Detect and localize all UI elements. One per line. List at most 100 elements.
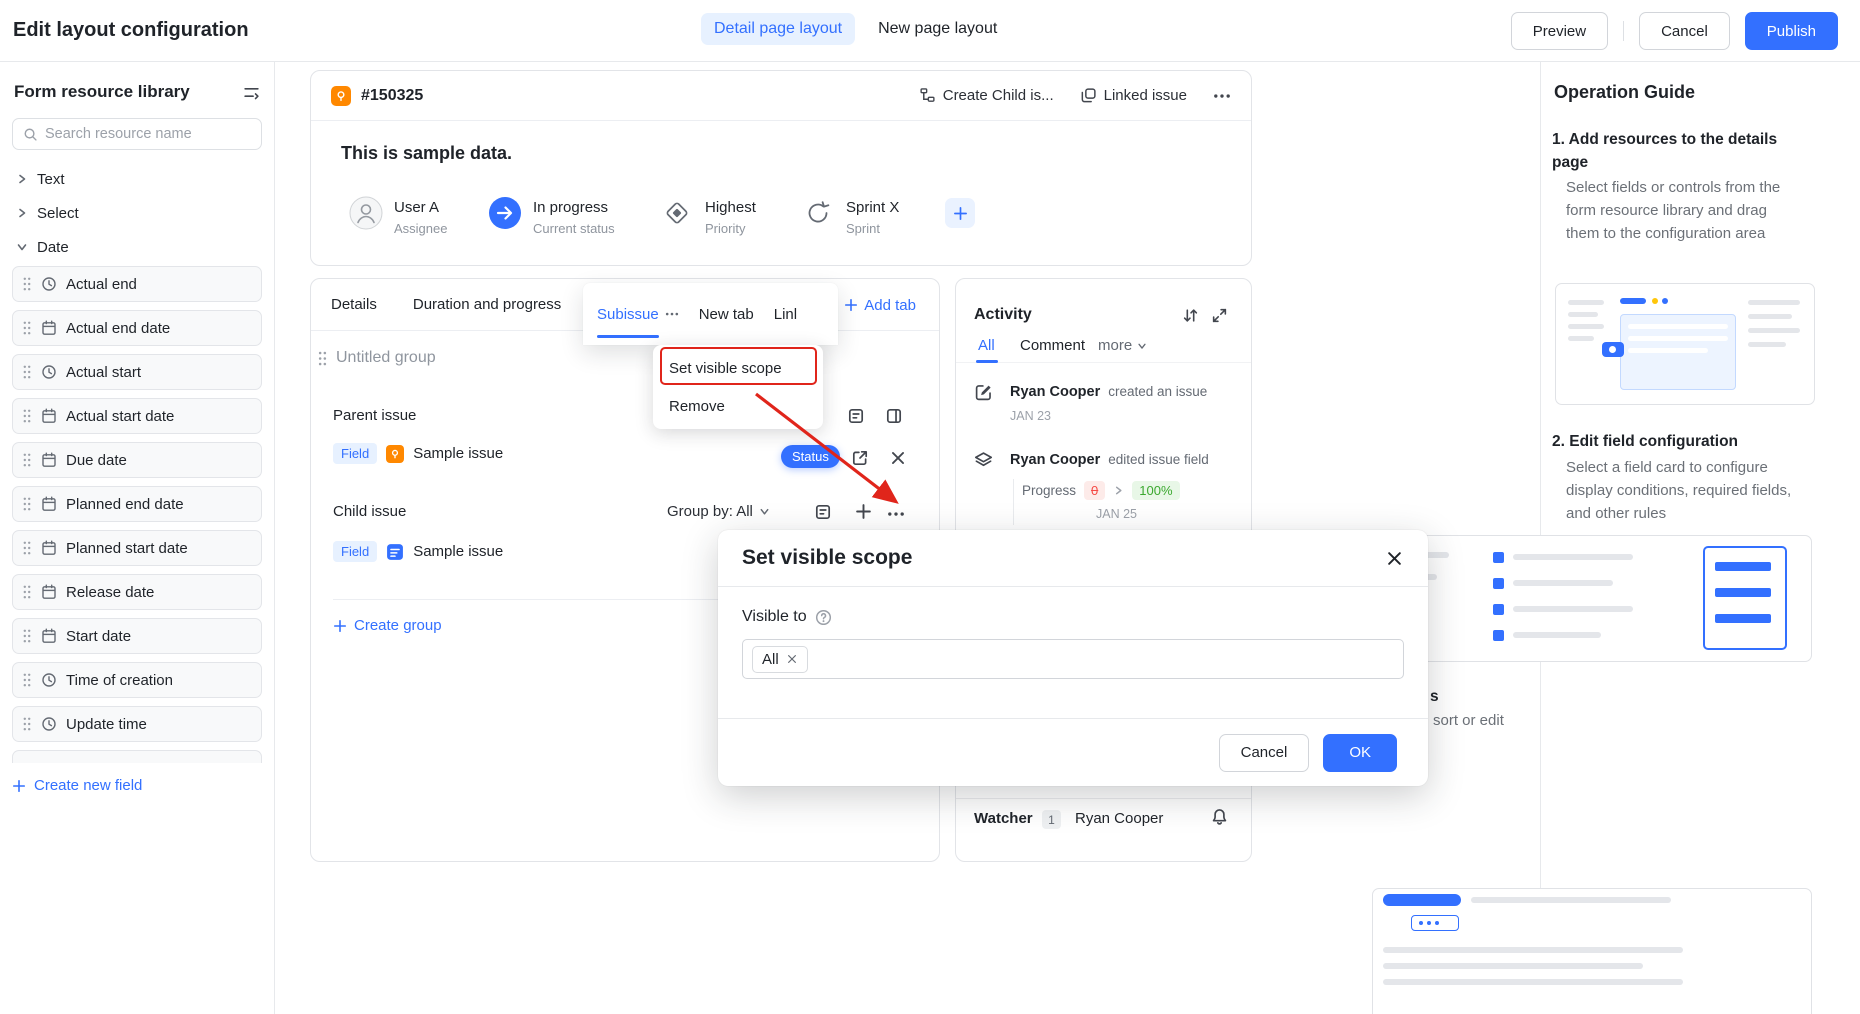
watcher-name[interactable]: Ryan Cooper (1075, 810, 1163, 827)
layout-panel-icon[interactable] (885, 407, 903, 425)
tab-all[interactable]: All (978, 337, 995, 354)
new-value: 100% (1132, 481, 1180, 500)
search-icon (23, 127, 38, 142)
drag-handle-icon[interactable] (317, 350, 328, 367)
create-child-issue-button[interactable]: Create Child is... (919, 87, 1054, 104)
field-card[interactable]: Release date (12, 574, 262, 610)
tab-link[interactable]: Linl (774, 306, 797, 323)
plus-icon (333, 619, 347, 633)
modal-cancel-button[interactable]: Cancel (1218, 733, 1310, 772)
drag-handle-icon[interactable] (22, 628, 32, 644)
header-actions: Preview Cancel Publish (1510, 12, 1838, 50)
tab-more-dropdown[interactable]: more (1098, 337, 1147, 354)
tab-new-page-layout[interactable]: New page layout (865, 13, 1010, 45)
priority-icon (666, 202, 688, 224)
menu-item-set-visible-scope[interactable]: Set visible scope (653, 349, 823, 387)
create-new-field-button[interactable]: Create new field (12, 777, 262, 794)
issue-type-icon (331, 85, 351, 106)
preview-button[interactable]: Preview (1510, 12, 1609, 50)
chevron-down-icon (1137, 341, 1147, 351)
field-card[interactable]: Planned start date (12, 530, 262, 566)
tab-comment[interactable]: Comment (1020, 337, 1085, 354)
field-card[interactable]: Due date (12, 442, 262, 478)
drag-handle-icon[interactable] (22, 320, 32, 336)
watcher-label: Watcher (974, 810, 1033, 827)
drag-handle-icon[interactable] (22, 672, 32, 688)
insert-template-icon[interactable] (814, 503, 832, 521)
drag-handle-icon[interactable] (22, 716, 32, 732)
issue-type-icon (386, 444, 405, 463)
drag-handle-icon[interactable] (22, 276, 32, 292)
add-tab-button[interactable]: Add tab (844, 279, 916, 331)
create-group-button[interactable]: Create group (333, 617, 442, 634)
drag-handle-icon[interactable] (22, 408, 32, 424)
field-card-partial[interactable] (12, 750, 262, 763)
clock-icon (41, 276, 57, 292)
menu-item-remove[interactable]: Remove (653, 387, 823, 425)
child-issue-field-row[interactable]: Field Sample issue (333, 541, 503, 562)
calendar-icon (41, 320, 57, 336)
help-icon[interactable] (815, 609, 832, 626)
guide-illustration-2 (1372, 535, 1812, 662)
tab-more-icon[interactable] (665, 307, 679, 321)
tab-detail-page-layout[interactable]: Detail page layout (701, 13, 856, 45)
tree-group-select[interactable]: Select (12, 196, 262, 230)
guide-title: Operation Guide (1554, 82, 1696, 102)
close-icon[interactable] (1385, 549, 1404, 568)
cancel-button[interactable]: Cancel (1639, 12, 1730, 50)
tree-group-text[interactable]: Text (12, 162, 262, 196)
guide-section-1-heading: 1. Add resources to the details page (1552, 131, 1778, 171)
field-card[interactable]: Actual start date (12, 398, 262, 434)
field-card[interactable]: Time of creation (12, 662, 262, 698)
group-by-dropdown[interactable]: Group by: All (667, 503, 770, 520)
tab-duration-and-progress[interactable]: Duration and progress (413, 296, 561, 313)
collapse-library-icon[interactable] (243, 84, 260, 101)
add-field-button[interactable] (945, 198, 975, 228)
open-external-icon[interactable] (851, 449, 869, 467)
tree-group-date[interactable]: Date (12, 230, 262, 264)
tab-new-tab[interactable]: New tab (699, 306, 754, 323)
drag-handle-icon[interactable] (22, 452, 32, 468)
more-icon[interactable] (887, 505, 905, 523)
visible-to-input[interactable]: All (742, 639, 1404, 679)
tab-details[interactable]: Details (331, 296, 377, 313)
field-card[interactable]: Actual start (12, 354, 262, 390)
drag-handle-icon[interactable] (22, 540, 32, 556)
activity-item: Ryan Cooper created an issue (1010, 384, 1208, 400)
plus-icon (844, 298, 858, 312)
parent-issue-field-row[interactable]: Field Sample issue (333, 443, 503, 464)
modal-ok-button[interactable]: OK (1323, 733, 1397, 772)
field-card[interactable]: Start date (12, 618, 262, 654)
linked-issue-button[interactable]: Linked issue (1080, 87, 1187, 104)
remove-tag-icon[interactable] (786, 653, 798, 665)
drag-handle-icon[interactable] (22, 496, 32, 512)
tab-subissue[interactable]: Subissue (597, 306, 679, 323)
chevron-right-icon (16, 173, 28, 185)
field-card[interactable]: Actual end date (12, 310, 262, 346)
top-bar: Edit layout configuration Detail page la… (0, 0, 1860, 62)
sprint-field[interactable]: Sprint X Sprint (801, 196, 899, 236)
field-card[interactable]: Planned end date (12, 486, 262, 522)
publish-button[interactable]: Publish (1744, 12, 1838, 50)
field-card[interactable]: Update time (12, 706, 262, 742)
assignee-field[interactable]: User A Assignee (349, 196, 447, 236)
chevron-right-icon (1113, 485, 1124, 496)
search-box[interactable] (12, 118, 262, 150)
status-pill[interactable]: Status (781, 445, 840, 468)
user-name[interactable]: Ryan Cooper (1010, 384, 1100, 400)
remove-icon[interactable] (889, 449, 907, 467)
modal-body: Visible to All (718, 587, 1428, 679)
bell-icon[interactable] (1210, 807, 1229, 826)
drag-handle-icon[interactable] (22, 364, 32, 380)
create-child-icon (919, 87, 936, 104)
current-status-field[interactable]: In progress Current status (488, 196, 615, 236)
add-icon[interactable] (855, 503, 872, 520)
sprint-icon (808, 201, 830, 223)
priority-field[interactable]: Highest Priority (660, 196, 756, 236)
more-icon[interactable] (1213, 87, 1231, 105)
field-card[interactable]: Actual end (12, 266, 262, 302)
insert-template-icon[interactable] (847, 407, 865, 425)
search-input[interactable] (45, 126, 251, 142)
drag-handle-icon[interactable] (22, 584, 32, 600)
user-name[interactable]: Ryan Cooper (1010, 452, 1100, 468)
